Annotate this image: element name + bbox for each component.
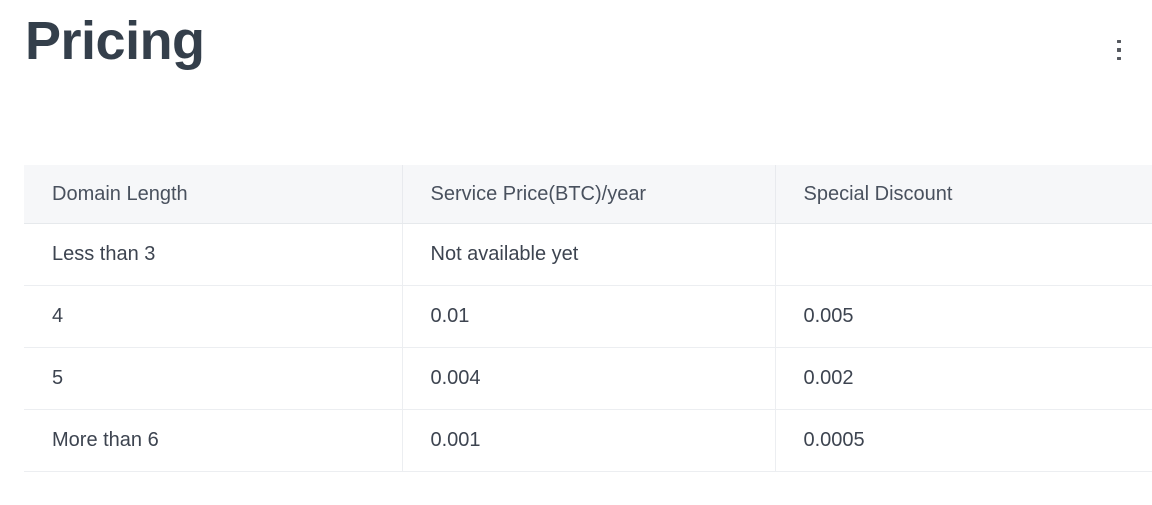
table-row: 4 0.01 0.005 — [24, 285, 1152, 348]
page-title: Pricing — [25, 11, 205, 71]
cell-domain-length: 4 — [24, 285, 403, 348]
pricing-table-container: Domain Length Service Price(BTC)/year Sp… — [24, 165, 1152, 472]
cell-domain-length: More than 6 — [24, 409, 403, 472]
cell-special-discount: 0.002 — [775, 347, 1152, 410]
table-header: Domain Length Service Price(BTC)/year Sp… — [24, 165, 1152, 224]
column-header-special-discount: Special Discount — [775, 165, 1152, 224]
cell-special-discount: 0.005 — [775, 285, 1152, 348]
page-header: Pricing — [0, 0, 1152, 120]
kebab-dot-2 — [1117, 48, 1121, 52]
cell-special-discount: 0.0005 — [775, 409, 1152, 472]
table-row: More than 6 0.001 0.0005 — [24, 409, 1152, 472]
kebab-menu-icon[interactable] — [1106, 30, 1132, 70]
kebab-dot-3 — [1117, 56, 1121, 61]
table-body: Less than 3 Not available yet 4 0.01 0.0… — [24, 223, 1152, 472]
cell-service-price: 0.001 — [402, 409, 776, 472]
column-header-domain-length: Domain Length — [24, 165, 403, 224]
kebab-dot-1 — [1117, 39, 1121, 44]
column-header-service-price: Service Price(BTC)/year — [402, 165, 776, 224]
table-header-row: Domain Length Service Price(BTC)/year Sp… — [24, 165, 1152, 224]
cell-service-price: 0.01 — [402, 285, 776, 348]
pricing-table: Domain Length Service Price(BTC)/year Sp… — [24, 165, 1152, 472]
cell-special-discount — [775, 223, 1152, 286]
pricing-page: Pricing Domain Length Service Price(BTC)… — [0, 0, 1152, 505]
table-row: 5 0.004 0.002 — [24, 347, 1152, 410]
cell-domain-length: 5 — [24, 347, 403, 410]
cell-service-price: 0.004 — [402, 347, 776, 410]
table-row: Less than 3 Not available yet — [24, 223, 1152, 286]
cell-service-price: Not available yet — [402, 223, 776, 286]
cell-domain-length: Less than 3 — [24, 223, 403, 286]
